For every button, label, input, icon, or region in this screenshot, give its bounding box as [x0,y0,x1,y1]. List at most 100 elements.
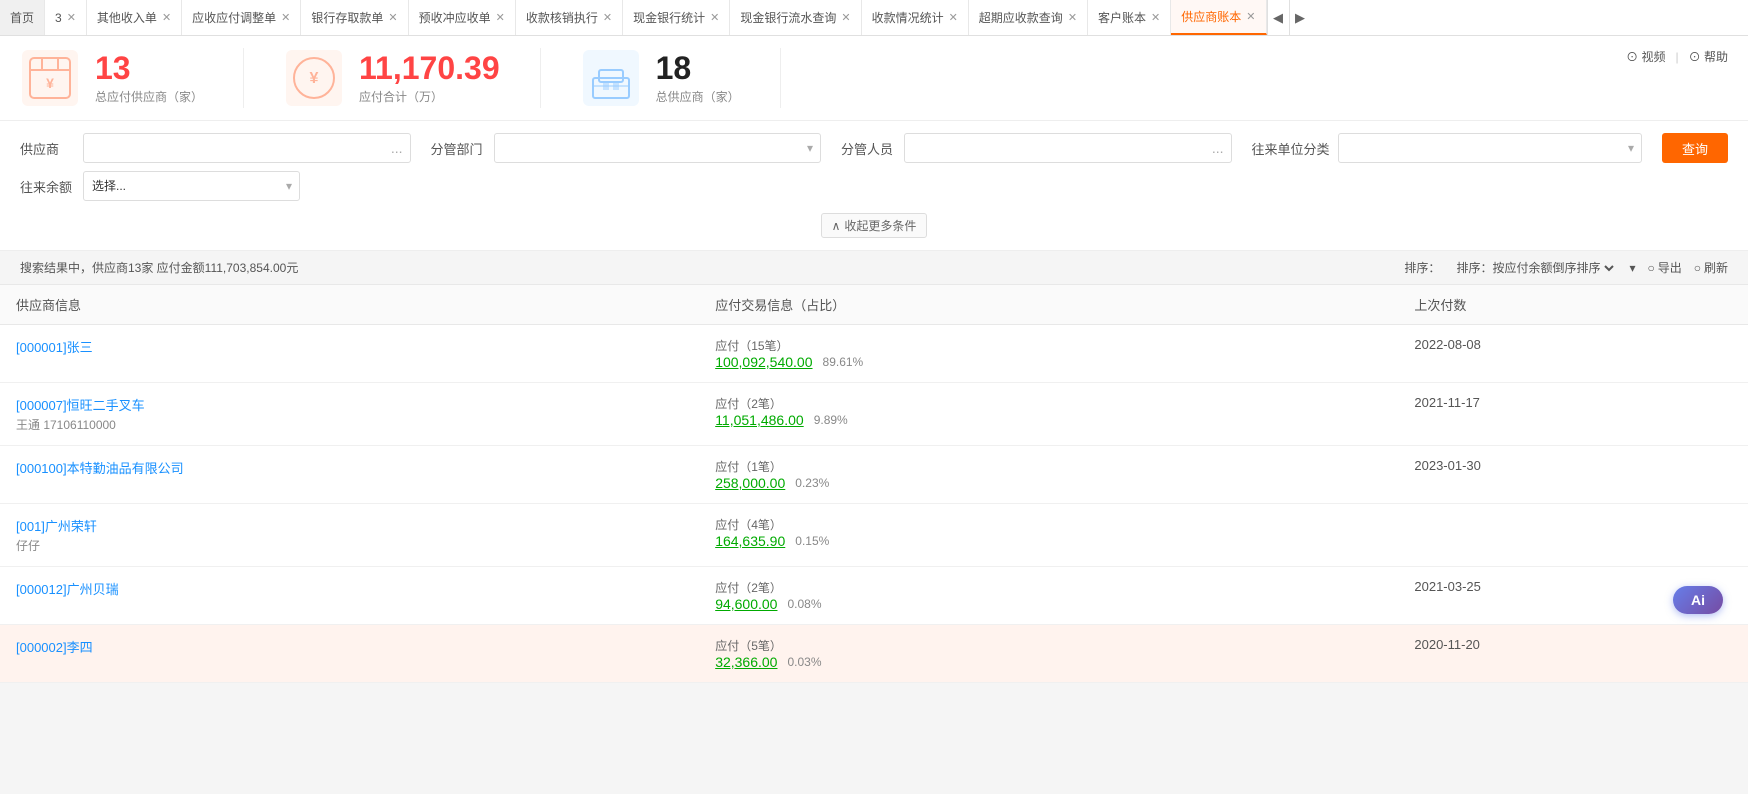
col-last-payment: 上次付数 [1398,285,1748,325]
supplier-input-wrap: ... [83,133,411,163]
nav-tab-receipt-stats[interactable]: 收款情况统计 ✕ [862,0,969,35]
collapse-up-icon: ∧ [832,219,841,233]
supplier-info-cell: [000002]李四 [0,625,699,683]
close-tab-prepay[interactable]: ✕ [496,11,505,24]
header-stats: ¥ 13 总应付供应商（家） ¥ 11,170.39 应付合计（万） [0,36,1748,121]
table-row: [000007]恒旺二手叉车王通 17106110000应付（2笔）11,051… [0,383,1748,446]
close-tab-verify[interactable]: ✕ [603,11,612,24]
table-row: [000100]本特勤油品有限公司应付（1笔）258,000.000.23%20… [0,446,1748,504]
nav-tab-3[interactable]: 3 ✕ [45,0,87,35]
tx-amount[interactable]: 94,600.00 [715,596,777,612]
stat-info-payable-total: 11,170.39 应付合计（万） [359,51,500,105]
stat-card-payable-total: ¥ 11,170.39 应付合计（万） [284,48,541,108]
close-tab-supplier-ledger[interactable]: ✕ [1246,10,1255,23]
balance-label: 往来余额 [20,177,75,196]
total-suppliers-label: 总供应商（家） [656,88,740,105]
tx-label: 应付（4笔） [715,516,1382,533]
last-payment-cell: 2020-11-20 [1398,625,1748,683]
help-link[interactable]: ⊙ 帮助 [1689,48,1728,65]
close-tab-cash-flow[interactable]: ✕ [841,11,850,24]
stat-info-payable-suppliers: 13 总应付供应商（家） [95,51,203,105]
dept-label: 分管部门 [431,139,486,158]
supplier-link[interactable]: [000100]本特勤油品有限公司 [16,461,184,476]
ai-badge[interactable]: Ai [1673,586,1723,614]
supplier-label: 供应商 [20,139,75,158]
supplier-link[interactable]: [000001]张三 [16,340,93,355]
nav-next-arrow[interactable]: ▶ [1289,0,1311,35]
last-payment-cell: 2023-01-30 [1398,446,1748,504]
video-link[interactable]: ⊙ 视频 [1626,48,1665,65]
tx-amount[interactable]: 11,051,486.00 [715,412,804,428]
search-row-2: 往来余额 选择... ▾ [20,171,1728,201]
tx-amount[interactable]: 164,635.90 [715,533,785,549]
nav-prev-arrow[interactable]: ◀ [1267,0,1289,35]
close-tab-overdue[interactable]: ✕ [1068,11,1077,24]
tx-percent: 0.15% [795,534,829,548]
tx-info-cell: 应付（2笔）11,051,486.009.89% [699,383,1398,446]
supplier-input[interactable] [83,133,411,163]
results-actions: 排序： 排序：按应付余额倒序排序 ▾ ○ 导出 ○ 刷新 [1404,259,1728,276]
tx-percent: 9.89% [814,413,848,427]
col-tx-info: 应付交易信息（占比） [699,285,1398,325]
close-tab-bank[interactable]: ✕ [388,11,397,24]
tx-label: 应付（2笔） [715,579,1382,596]
tx-amount[interactable]: 258,000.00 [715,475,785,491]
nav-tab-cash-stats[interactable]: 现金银行统计 ✕ [623,0,730,35]
dept-select[interactable] [494,133,822,163]
close-tab-3[interactable]: ✕ [67,11,76,24]
dept-field: 分管部门 ▾ [431,133,822,163]
close-tab-other-income[interactable]: ✕ [162,11,171,24]
sort-select[interactable]: 排序：按应付余额倒序排序 [1452,260,1617,276]
tx-amount[interactable]: 100,092,540.00 [715,354,812,370]
supplier-info-cell: [000001]张三 [0,325,699,383]
refresh-link[interactable]: ○ 刷新 [1694,259,1728,276]
payable-suppliers-icon: ¥ [20,48,80,108]
person-dots-icon[interactable]: ... [1212,140,1224,156]
sort-chevron-down-icon: ▾ [1629,261,1635,275]
nav-tab-overdue[interactable]: 超期应收款查询 ✕ [969,0,1088,35]
nav-tab-prepay[interactable]: 预收冲应收单 ✕ [409,0,516,35]
close-tab-customer-ledger[interactable]: ✕ [1151,11,1160,24]
help-icon: ⊙ [1689,50,1701,64]
last-payment-cell [1398,504,1748,567]
header-actions: ⊙ 视频 | ⊙ 帮助 [1626,48,1728,65]
supplier-dots-icon[interactable]: ... [391,140,403,156]
person-input[interactable] [904,133,1232,163]
close-tab-cash-stats[interactable]: ✕ [710,11,719,24]
supplier-link[interactable]: [001]广州荣轩 [16,519,97,534]
last-payment-date: 2020-11-20 [1414,637,1480,652]
nav-tab-verify[interactable]: 收款核销执行 ✕ [516,0,623,35]
tx-info-cell: 应付（15笔）100,092,540.0089.61% [699,325,1398,383]
balance-select[interactable]: 选择... [83,171,300,201]
nav-tab-supplier-ledger[interactable]: 供应商账本 ✕ [1171,0,1266,35]
svg-text:¥: ¥ [46,75,54,91]
nav-tab-home[interactable]: 首页 [0,0,45,35]
nav-tab-other-income[interactable]: 其他收入单 ✕ [87,0,182,35]
export-link[interactable]: ○ 导出 [1647,259,1681,276]
nav-tab-cash-flow[interactable]: 现金银行流水查询 ✕ [730,0,861,35]
supplier-info-cell: [000012]广州贝瑞 [0,567,699,625]
nav-tab-customer-ledger[interactable]: 客户账本 ✕ [1088,0,1171,35]
table-row: [000001]张三应付（15笔）100,092,540.0089.61%202… [0,325,1748,383]
supplier-link[interactable]: [000007]恒旺二手叉车 [16,398,145,413]
search-area: 供应商 ... 分管部门 ▾ 分管人员 ... 往来单位分类 [0,121,1748,251]
supplier-link[interactable]: [000002]李四 [16,640,93,655]
video-icon: ⊙ [1626,50,1638,64]
payable-total-number: 11,170.39 [359,51,500,86]
query-button[interactable]: 查询 [1662,133,1728,163]
dept-select-wrap: ▾ [494,133,822,163]
results-text: 搜索结果中，供应商13家 应付金额111,703,854.00元 [20,259,298,276]
table-row: [000002]李四应付（5笔）32,366.000.03%2020-11-20 [0,625,1748,683]
close-tab-adjustment[interactable]: ✕ [281,11,290,24]
tx-amount[interactable]: 32,366.00 [715,654,777,670]
supplier-link[interactable]: [000012]广州贝瑞 [16,582,119,597]
tx-label: 应付（5笔） [715,637,1382,654]
collapse-button[interactable]: ∧ 收起更多条件 [821,213,928,238]
nav-tab-adjustment[interactable]: 应收应付调整单 ✕ [182,0,301,35]
category-label: 往来单位分类 [1252,139,1330,158]
stat-info-total-suppliers: 18 总供应商（家） [656,51,740,105]
close-tab-receipt-stats[interactable]: ✕ [949,11,958,24]
nav-tab-bank[interactable]: 银行存取款单 ✕ [301,0,408,35]
category-select[interactable] [1338,133,1642,163]
balance-field: 往来余额 选择... ▾ [20,171,300,201]
